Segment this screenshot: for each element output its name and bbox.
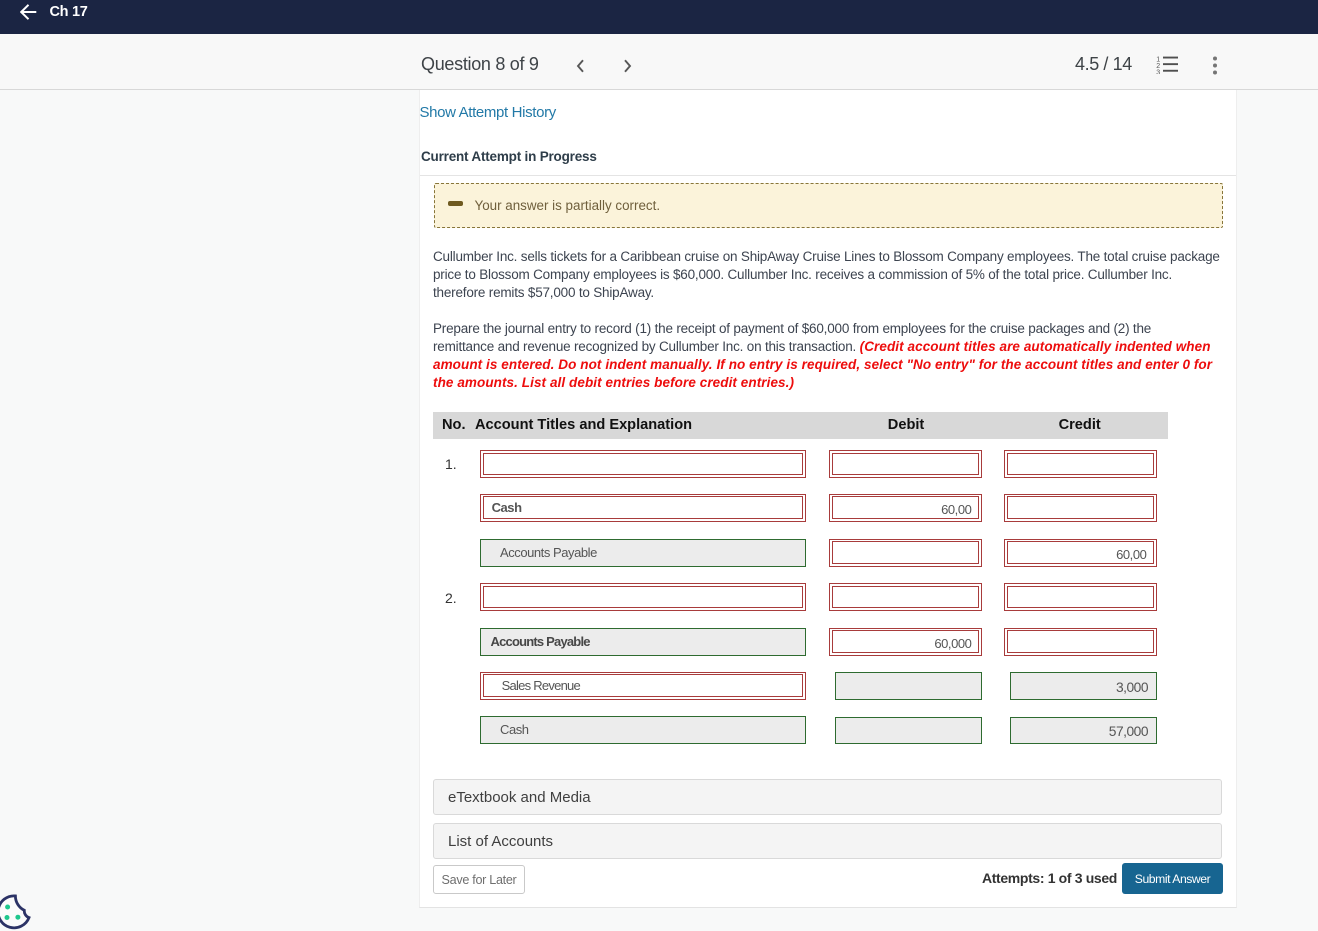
svg-text:3: 3 xyxy=(1156,70,1160,75)
